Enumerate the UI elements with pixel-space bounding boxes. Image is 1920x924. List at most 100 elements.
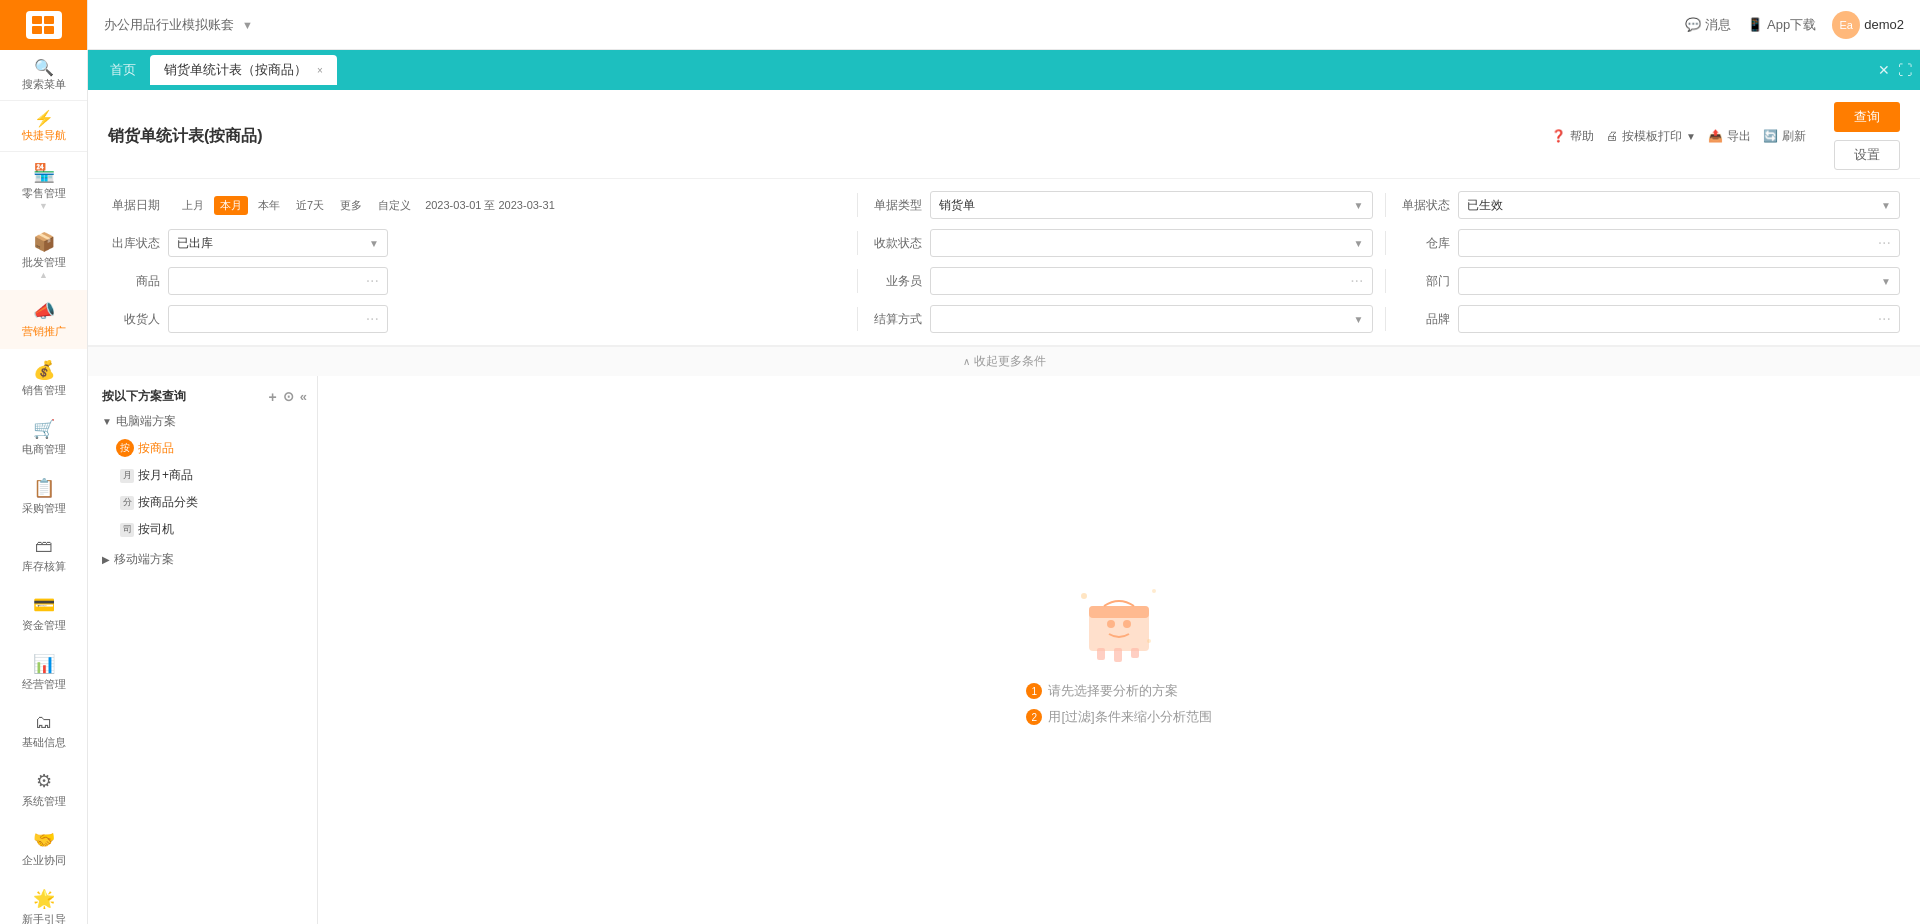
date-btn-7days[interactable]: 近7天 [290,196,330,215]
warehouse-dots[interactable]: ··· [1878,234,1891,252]
query-btns: 查询 设置 [1834,102,1900,170]
tip-text-2: 用[过滤]条件来缩小分析范围 [1048,708,1211,726]
collapse-panel-btn[interactable]: « [300,389,307,404]
split-layout: 按以下方案查询 + ⊙ « ▼ 电脑端方案 按 按商品 [88,376,1920,924]
goods-control[interactable]: ··· [168,267,388,295]
svg-point-7 [1123,620,1131,628]
doc-type-control[interactable]: 销货单 ▼ [930,191,1373,219]
refresh-btn[interactable]: 🔄 刷新 [1763,128,1806,145]
sidebar-item-sales[interactable]: 💰 销售管理 [0,349,87,408]
copy-scheme-btn[interactable]: ⊙ [283,389,294,404]
collect-status-control[interactable]: ▼ [930,229,1373,257]
close-window-icon[interactable]: ✕ [1878,62,1890,78]
sidebar-item-guide[interactable]: 🌟 新手引导 [0,878,87,924]
salesperson-control[interactable]: ··· [930,267,1373,295]
sidebar-item-coop[interactable]: 🤝 企业协同 [0,819,87,878]
out-status-label: 出库状态 [108,235,168,252]
sidebar-item-retail[interactable]: 🏪 零售管理 ▼ [0,152,87,221]
avatar: Ea [1832,11,1860,39]
sidebar-item-stock[interactable]: 🗃 库存核算 [0,526,87,584]
left-panel-tools: + ⊙ « [269,389,307,405]
category-icon: 分 [120,496,134,510]
empty-tips: 1 请先选择要分析的方案 2 用[过滤]条件来缩小分析范围 [1026,682,1211,734]
dept-control[interactable]: ▼ [1458,267,1901,295]
sidebar-item-wholesale[interactable]: 📦 批发管理 ▲ [0,221,87,290]
tree-label-month-goods: 按月+商品 [138,467,193,484]
tab-sales-stat[interactable]: 销货单统计表（按商品） × [150,55,337,85]
collapse-bar[interactable]: ∧ 收起更多条件 [88,346,1920,376]
sidebar-item-ecommerce[interactable]: 🛒 电商管理 [0,408,87,467]
divider-2 [1385,193,1386,217]
date-quick-buttons: 上月 本月 本年 近7天 更多 自定义 [176,196,417,215]
sidebar-item-finance[interactable]: 💳 资金管理 [0,584,87,643]
svg-rect-10 [1131,648,1139,658]
app-icon: 📱 [1747,17,1763,32]
section-pc-arrow: ▼ [102,416,112,427]
divider-3 [857,231,858,255]
maximize-icon[interactable]: ⛶ [1898,62,1912,78]
workspace-label: 办公用品行业模拟账套 [104,16,234,34]
section-pc-schemes[interactable]: ▼ 电脑端方案 [88,409,317,434]
tab-close-icon[interactable]: × [317,65,323,76]
left-panel-header: 按以下方案查询 + ⊙ « [88,384,317,409]
sidebar-nav: 🏪 零售管理 ▼ 📦 批发管理 ▲ 📣 营销推广 💰 销售管理 🛒 电商管理 📋… [0,152,87,924]
sidebar-item-operations[interactable]: 📊 经营管理 [0,643,87,702]
doc-status-arrow: ▼ [1881,200,1891,211]
tab-home[interactable]: 首页 [96,55,150,85]
print-dropdown-icon: ▼ [1686,131,1696,142]
help-btn[interactable]: ❓ 帮助 [1551,128,1594,145]
left-panel: 按以下方案查询 + ⊙ « ▼ 电脑端方案 按 按商品 [88,376,318,924]
divider-4 [1385,231,1386,255]
date-btn-thisyear[interactable]: 本年 [252,196,286,215]
page-title: 销货单统计表(按商品) [108,126,263,147]
user-area[interactable]: Ea demo2 [1832,11,1904,39]
sidebar-item-marketing[interactable]: 📣 营销推广 [0,290,87,349]
print-btn[interactable]: 🖨 按模板打印 ▼ [1606,128,1696,145]
brand-label: 品牌 [1398,311,1458,328]
goods-dots[interactable]: ··· [366,272,379,290]
sidebar-item-system[interactable]: ⚙ 系统管理 [0,760,87,819]
settlement-control[interactable]: ▼ [930,305,1373,333]
tree-item-by-driver[interactable]: 司 按司机 [88,516,317,543]
salesperson-dots[interactable]: ··· [1350,272,1363,290]
export-btn[interactable]: 📤 导出 [1708,128,1751,145]
system-icon: ⚙ [36,770,52,792]
brand-control[interactable]: ··· [1458,305,1901,333]
tree-item-by-category[interactable]: 分 按商品分类 [88,489,317,516]
sidebar-item-base[interactable]: 🗂 基础信息 [0,702,87,760]
date-btn-custom[interactable]: 自定义 [372,196,417,215]
date-btn-thismonth[interactable]: 本月 [214,196,248,215]
purchase-icon: 📋 [33,477,55,499]
refresh-icon: 🔄 [1763,129,1778,143]
setting-button[interactable]: 设置 [1834,140,1900,170]
filter-row-2: 出库状态 已出库 ▼ 收款状态 ▼ 仓库 [108,229,1900,257]
help-icon: ❓ [1551,129,1566,143]
sidebar-item-purchase[interactable]: 📋 采购管理 [0,467,87,526]
brand-dots[interactable]: ··· [1878,310,1891,328]
query-button[interactable]: 查询 [1834,102,1900,132]
workspace-dropdown-icon[interactable]: ▼ [242,19,253,31]
message-btn[interactable]: 💬 消息 [1685,16,1731,34]
filter-row-1: 单据日期 上月 本月 本年 近7天 更多 自定义 2023-03-01 至 20… [108,191,1900,219]
svg-rect-3 [44,26,54,34]
warehouse-control[interactable]: ··· [1458,229,1901,257]
out-status-control[interactable]: 已出库 ▼ [168,229,388,257]
date-btn-more[interactable]: 更多 [334,196,368,215]
tree-item-by-month-goods[interactable]: 月 按月+商品 [88,462,317,489]
tree-item-by-goods[interactable]: 按 按商品 [88,434,317,462]
date-btn-lastmonth[interactable]: 上月 [176,196,210,215]
sidebar-search[interactable]: 🔍 帮助 搜索菜单 [0,50,87,101]
receiver-control[interactable]: ··· [168,305,388,333]
filter-panel: 单据日期 上月 本月 本年 近7天 更多 自定义 2023-03-01 至 20… [88,179,1920,346]
receiver-dots[interactable]: ··· [366,310,379,328]
salesperson-label: 业务员 [870,273,930,290]
svg-point-6 [1107,620,1115,628]
doc-status-control[interactable]: 已生效 ▼ [1458,191,1901,219]
add-scheme-btn[interactable]: + [269,389,277,405]
dept-label: 部门 [1398,273,1458,290]
app-download-btn[interactable]: 📱 App下载 [1747,16,1816,34]
out-status-arrow: ▼ [369,238,379,249]
sidebar-quicknav[interactable]: ⚡ 快捷导航 [0,101,87,152]
section-mobile-schemes[interactable]: ▶ 移动端方案 [88,547,317,572]
divider-5 [857,269,858,293]
